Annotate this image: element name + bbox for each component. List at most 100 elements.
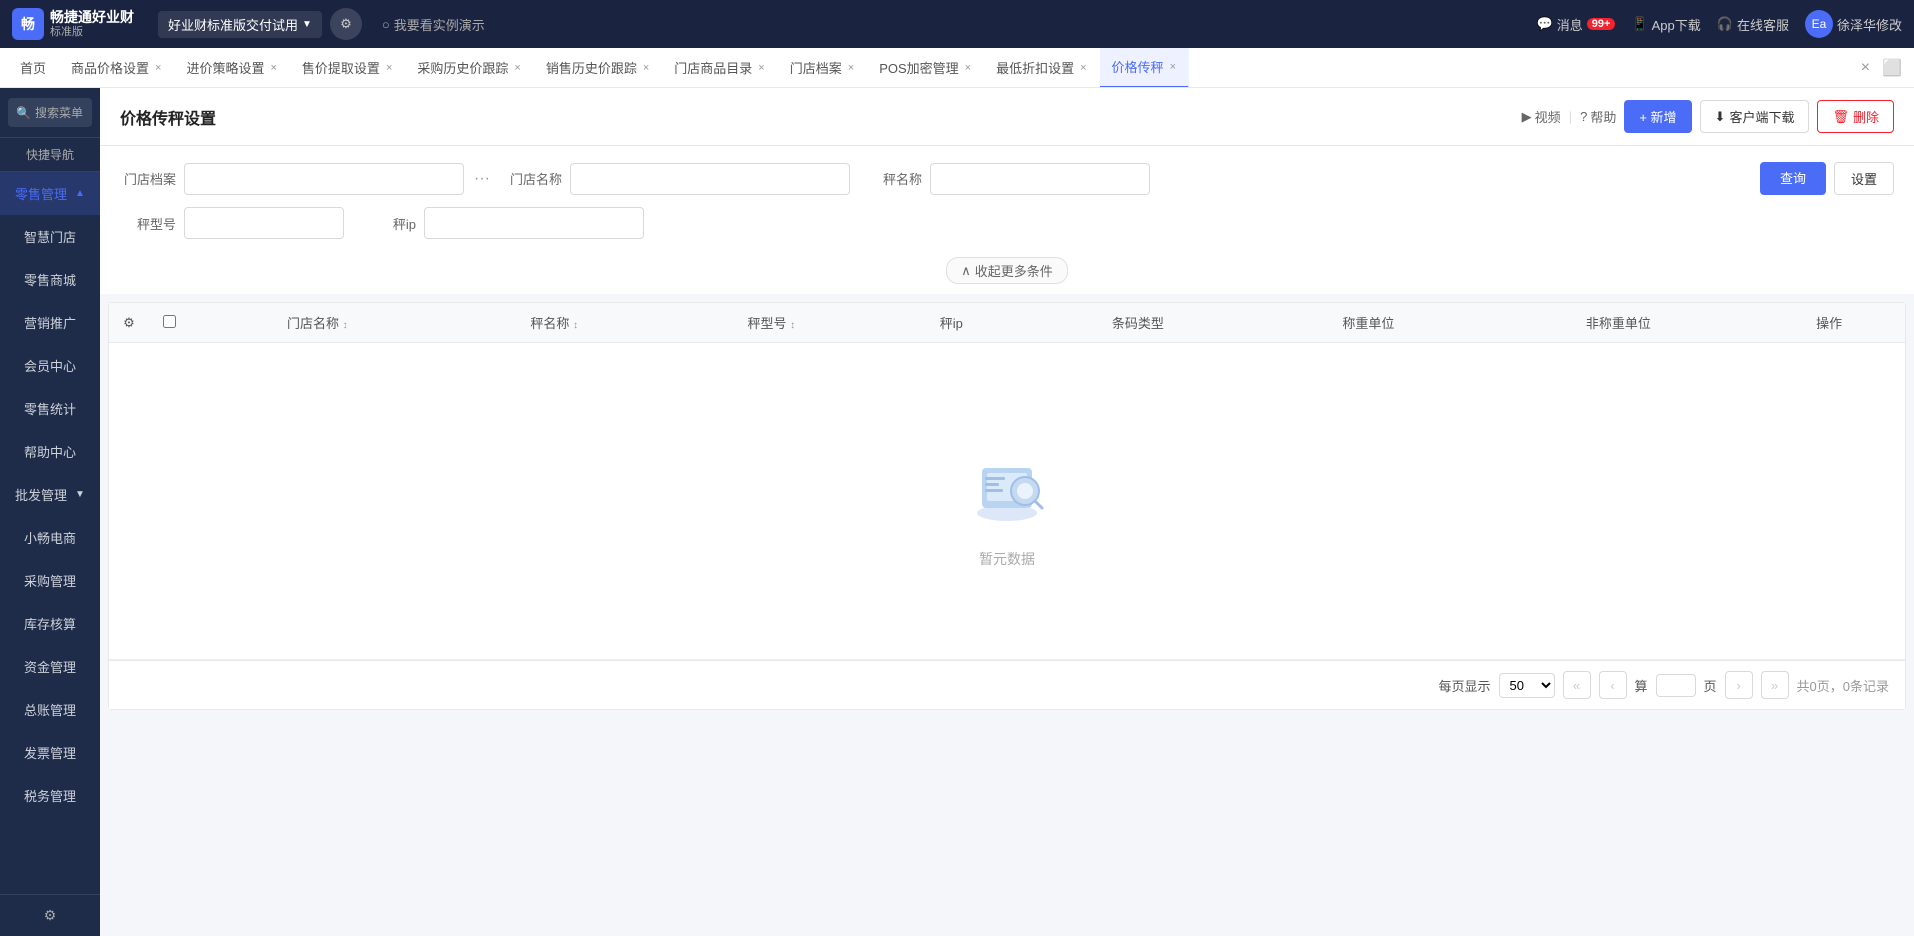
scale-ip-input[interactable] <box>424 207 644 239</box>
sidebar-item-fund-mgmt-label: 资金管理 <box>24 657 76 676</box>
set-button[interactable]: 设置 <box>1834 162 1894 195</box>
search-section: 门店档案 ··· 门店名称 秤名称 查询 设置 <box>100 146 1914 294</box>
col-scale-name-label: 秤名称 <box>530 316 569 331</box>
sidebar-item-help-center[interactable]: 帮助中心 <box>0 430 100 473</box>
store-name-label: 门店名称 <box>506 169 562 188</box>
sidebar-item-marketing[interactable]: 营销推广 <box>0 301 100 344</box>
col-settings: ⚙ <box>109 303 149 343</box>
page-number-input[interactable]: 1 <box>1656 674 1696 697</box>
scale-name-label: 秤名称 <box>866 169 922 188</box>
collapse-button[interactable]: ∧ 收起更多条件 <box>946 257 1068 284</box>
scale-model-input[interactable] <box>184 207 344 239</box>
sidebar-settings-button[interactable]: ⚙ <box>0 894 100 936</box>
help-icon: ? <box>1580 109 1587 124</box>
per-page-select[interactable]: 10 20 50 100 <box>1499 673 1555 698</box>
last-page-button[interactable]: » <box>1761 671 1789 699</box>
delete-button[interactable]: 🗑 删除 <box>1817 100 1894 133</box>
tab-purchase-history-close-icon[interactable]: × <box>514 62 520 74</box>
scale-ip-label: 秤ip <box>360 214 416 233</box>
video-link[interactable]: ▶ 视频 <box>1522 107 1561 126</box>
page-title: 价格传秤设置 <box>120 105 216 141</box>
sidebar-item-inventory-settle[interactable]: 库存核算 <box>0 602 100 645</box>
tab-store-catalog-close-icon[interactable]: × <box>758 62 764 74</box>
tab-sale-history[interactable]: 销售历史价跟踪 × <box>534 48 662 88</box>
store-archive-more-icon[interactable]: ··· <box>474 170 490 188</box>
demo-link[interactable]: ○ 我要看实例演示 <box>382 15 485 34</box>
tab-sale-history-close-icon[interactable]: × <box>643 62 649 74</box>
sidebar-item-general-ledger[interactable]: 总账管理 <box>0 688 100 731</box>
collapse-up-icon: ∧ <box>961 263 971 279</box>
search-row-2: 秤型号 秤ip <box>120 207 1894 239</box>
first-page-button[interactable]: « <box>1563 671 1591 699</box>
sidebar-item-inventory-settle-label: 库存核算 <box>24 614 76 633</box>
help-link[interactable]: ? 帮助 <box>1580 107 1616 126</box>
store-name-input[interactable] <box>570 163 850 195</box>
total-info: 共0页，0条记录 <box>1797 676 1889 695</box>
table-settings-icon[interactable]: ⚙ <box>123 315 135 330</box>
tab-price-setting-label: 商品价格设置 <box>71 58 149 77</box>
table-section: ⚙ 门店名称 秤名称 秤型号 <box>108 302 1906 710</box>
app-download-button[interactable]: 📱 App下载 <box>1631 15 1700 34</box>
col-store-name[interactable]: 门店名称 <box>189 303 446 343</box>
sidebar-item-fund-mgmt[interactable]: 资金管理 <box>0 645 100 688</box>
topbar-settings-button[interactable]: ⚙ <box>330 8 362 40</box>
download-client-button[interactable]: ⬇ 客户端下载 <box>1700 100 1810 133</box>
version-selector[interactable]: 好业财标准版交付试用 ▼ <box>158 11 322 38</box>
tab-store-archive-close-icon[interactable]: × <box>848 62 854 74</box>
sidebar-search-button[interactable]: 🔍 搜索菜单 <box>8 98 92 127</box>
sidebar-item-smart-store[interactable]: 智慧门店 <box>0 215 100 258</box>
sidebar-item-invoice-mgmt[interactable]: 发票管理 <box>0 731 100 774</box>
query-button[interactable]: 查询 <box>1760 162 1826 195</box>
col-scale-model[interactable]: 秤型号 <box>663 303 880 343</box>
tab-pos-mgmt-close-icon[interactable]: × <box>965 62 971 74</box>
select-all-checkbox[interactable] <box>163 315 176 328</box>
prev-page-button[interactable]: ‹ <box>1599 671 1627 699</box>
tab-home[interactable]: 首页 <box>8 48 59 88</box>
tab-store-catalog-label: 门店商品目录 <box>674 58 752 77</box>
sidebar-item-purchase-mgmt[interactable]: 采购管理 <box>0 559 100 602</box>
top-bar-left: 畅 畅捷通好业财 标准版 好业财标准版交付试用 ▼ ⚙ ○ 我要看实例演示 <box>12 8 485 40</box>
download-label: 客户端下载 <box>1729 107 1794 126</box>
tab-price-setting-close-icon[interactable]: × <box>155 62 161 74</box>
tab-store-catalog[interactable]: 门店商品目录 × <box>662 48 777 88</box>
tab-pos-mgmt[interactable]: POS加密管理 × <box>867 48 984 88</box>
sidebar-quick-nav-button[interactable]: 快捷导航 <box>0 138 100 172</box>
app-title-line1: 畅捷通好业财 <box>50 9 134 26</box>
tab-purchase-history[interactable]: 采购历史价跟踪 × <box>405 48 533 88</box>
sidebar-item-retail-mall[interactable]: 零售商城 <box>0 258 100 301</box>
sidebar-item-wholesale-mgmt[interactable]: 批发管理 ▼ <box>0 473 100 516</box>
sidebar-item-retail-mgmt[interactable]: 零售管理 ▲ <box>0 172 100 215</box>
tab-price-setting[interactable]: 商品价格设置 × <box>59 48 174 88</box>
sidebar-item-invoice-mgmt-label: 发票管理 <box>24 743 76 762</box>
message-button[interactable]: 💬 消息 99+ <box>1537 15 1616 34</box>
col-scale-name[interactable]: 秤名称 <box>446 303 663 343</box>
tab-purchase-strategy[interactable]: 进价策略设置 × <box>174 48 289 88</box>
tab-store-archive[interactable]: 门店档案 × <box>778 48 867 88</box>
page-label: 算 <box>1635 676 1648 695</box>
demo-link-label: 我要看实例演示 <box>394 15 485 34</box>
table-header-row: ⚙ 门店名称 秤名称 秤型号 <box>109 303 1905 343</box>
tab-min-discount-close-icon[interactable]: × <box>1080 62 1086 74</box>
tab-sale-pickup[interactable]: 售价提取设置 × <box>290 48 405 88</box>
next-page-button[interactable]: › <box>1725 671 1753 699</box>
sidebar-item-xiaochu-ecom[interactable]: 小畅电商 <box>0 516 100 559</box>
search-field-store-name: 门店名称 <box>506 163 850 195</box>
tab-price-scale[interactable]: 价格传秤 × <box>1100 48 1189 88</box>
online-service-button[interactable]: 🎧 在线客服 <box>1717 15 1789 34</box>
tab-close-all-button[interactable]: × <box>1857 55 1874 81</box>
tab-purchase-strategy-close-icon[interactable]: × <box>270 62 276 74</box>
col-barcode-type: 条码类型 <box>1023 303 1253 343</box>
top-bar: 畅 畅捷通好业财 标准版 好业财标准版交付试用 ▼ ⚙ ○ 我要看实例演示 💬 … <box>0 0 1914 48</box>
version-label: 好业财标准版交付试用 <box>168 15 298 34</box>
sidebar-item-tax-mgmt[interactable]: 税务管理 <box>0 774 100 817</box>
tab-min-discount[interactable]: 最低折扣设置 × <box>984 48 1099 88</box>
user-profile-button[interactable]: Ea 徐泽华修改 <box>1805 10 1902 38</box>
store-archive-input[interactable] <box>184 163 464 195</box>
add-button[interactable]: + 新增 <box>1624 100 1691 133</box>
tab-sale-pickup-close-icon[interactable]: × <box>386 62 392 74</box>
sidebar-item-member-center[interactable]: 会员中心 <box>0 344 100 387</box>
tab-maximize-button[interactable]: ⬜ <box>1878 54 1906 82</box>
scale-name-input[interactable] <box>930 163 1150 195</box>
sidebar-item-retail-stats[interactable]: 零售统计 <box>0 387 100 430</box>
tab-price-scale-close-icon[interactable]: × <box>1170 61 1176 73</box>
